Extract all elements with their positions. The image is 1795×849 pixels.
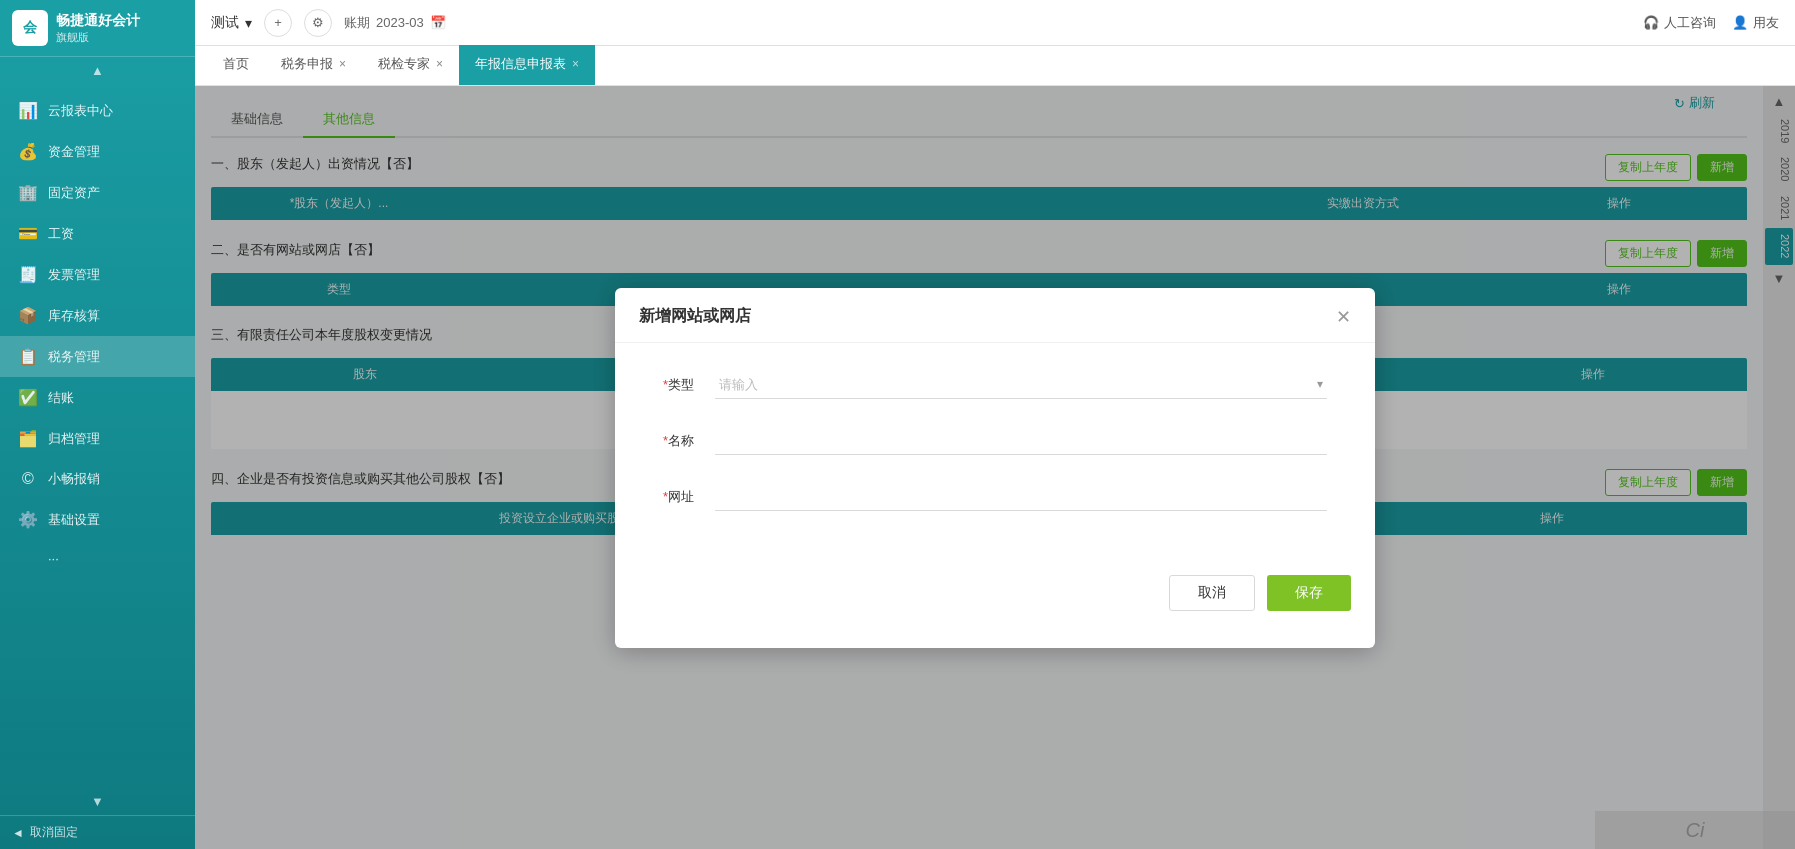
form-row-type: *类型 ▾ bbox=[663, 371, 1327, 399]
sidebar-item-cloud-report[interactable]: 📊云报表中心 bbox=[0, 90, 195, 131]
sidebar-item-basic-settings[interactable]: ⚙️基础设置 bbox=[0, 499, 195, 540]
tax-mgmt-icon: 📋 bbox=[18, 347, 38, 366]
sidebar-scroll-up[interactable]: ▲ bbox=[0, 57, 195, 84]
dialog-header: 新增网站或网店 ✕ bbox=[615, 288, 1375, 343]
sidebar-item-archive[interactable]: 🗂️归档管理 bbox=[0, 418, 195, 459]
name-input[interactable] bbox=[715, 427, 1327, 454]
tab-tax-inspect[interactable]: 税检专家× bbox=[362, 45, 459, 85]
dialog-body: *类型 ▾ *名称 bbox=[615, 343, 1375, 559]
archive-icon: 🗂️ bbox=[18, 429, 38, 448]
dialog-close-button[interactable]: ✕ bbox=[1336, 306, 1351, 328]
tab-tax-declare[interactable]: 税务申报× bbox=[265, 45, 362, 85]
tab-home[interactable]: 首页 bbox=[207, 45, 265, 85]
topbar-right: 🎧 人工咨询 👤 用友 bbox=[1643, 14, 1779, 32]
salary-icon: 💳 bbox=[18, 224, 38, 243]
period-display: 账期 2023-03 📅 bbox=[344, 14, 446, 32]
logo-icon: 会 bbox=[12, 10, 48, 46]
tab-close-tax-inspect[interactable]: × bbox=[436, 57, 443, 71]
dropdown-arrow-icon: ▾ bbox=[1317, 377, 1323, 391]
sidebar-item-accounting[interactable]: ✅结账 bbox=[0, 377, 195, 418]
sidebar-logo[interactable]: 会 畅捷通好会计 旗舰版 bbox=[0, 0, 195, 57]
save-button[interactable]: 保存 bbox=[1267, 575, 1351, 611]
chevron-down-icon: ▾ bbox=[245, 15, 252, 31]
sidebar-scroll-down[interactable]: ▼ bbox=[0, 788, 195, 815]
tab-close-tax-declare[interactable]: × bbox=[339, 57, 346, 71]
sidebar-item-invoice-mgmt[interactable]: 🧾发票管理 bbox=[0, 254, 195, 295]
user-icon: 👤 bbox=[1732, 15, 1748, 30]
calendar-icon[interactable]: 📅 bbox=[430, 15, 446, 30]
url-label: *网址 bbox=[663, 488, 703, 506]
sidebar-item-more[interactable]: ··· bbox=[0, 540, 195, 577]
sidebar-item-inventory[interactable]: 📦库存核算 bbox=[0, 295, 195, 336]
ai-consult-button[interactable]: 🎧 人工咨询 bbox=[1643, 14, 1716, 32]
sidebar-item-fixed-assets[interactable]: 🏢固定资产 bbox=[0, 172, 195, 213]
main-content: 测试 ▾ + ⚙ 账期 2023-03 📅 🎧 人工咨询 👤 用友 首页税务申报… bbox=[195, 0, 1795, 849]
settings-icon[interactable]: ⚙ bbox=[304, 9, 332, 37]
accounting-icon: ✅ bbox=[18, 388, 38, 407]
company-selector[interactable]: 测试 ▾ bbox=[211, 14, 252, 32]
add-button[interactable]: + bbox=[264, 9, 292, 37]
logo-sub: 旗舰版 bbox=[56, 30, 140, 45]
inventory-icon: 📦 bbox=[18, 306, 38, 325]
form-row-url: *网址 bbox=[663, 483, 1327, 511]
basic-settings-icon: ⚙️ bbox=[18, 510, 38, 529]
tab-close-annual-report[interactable]: × bbox=[572, 57, 579, 71]
dialog-title: 新增网站或网店 bbox=[639, 306, 751, 327]
headset-icon: 🎧 bbox=[1643, 15, 1659, 30]
tab-annual-report[interactable]: 年报信息申报表× bbox=[459, 45, 595, 85]
dialog-overlay: 新增网站或网店 ✕ *类型 ▾ bbox=[195, 86, 1795, 849]
sidebar-item-xiaochang[interactable]: ©小畅报销 bbox=[0, 459, 195, 499]
company-name: 测试 bbox=[211, 14, 239, 32]
content-area: 基础信息 其他信息 ↻ 刷新 一、股东（发起人）出资情况【否】 复制上年度 新增 bbox=[195, 86, 1795, 849]
type-input[interactable] bbox=[715, 371, 1327, 398]
logo-text: 畅捷通好会计 bbox=[56, 11, 140, 29]
sidebar-item-tax-mgmt[interactable]: 📋税务管理 bbox=[0, 336, 195, 377]
url-input[interactable] bbox=[715, 483, 1327, 510]
cancel-button[interactable]: 取消 bbox=[1169, 575, 1255, 611]
add-website-dialog: 新增网站或网店 ✕ *类型 ▾ bbox=[615, 288, 1375, 648]
topbar: 测试 ▾ + ⚙ 账期 2023-03 📅 🎧 人工咨询 👤 用友 bbox=[195, 0, 1795, 46]
fund-mgmt-icon: 💰 bbox=[18, 142, 38, 161]
form-row-name: *名称 bbox=[663, 427, 1327, 455]
type-label: *类型 bbox=[663, 376, 703, 394]
name-input-wrap bbox=[715, 427, 1327, 455]
fixed-assets-icon: 🏢 bbox=[18, 183, 38, 202]
sidebar: 会 畅捷通好会计 旗舰版 ▲ 📊云报表中心💰资金管理🏢固定资产💳工资🧾发票管理📦… bbox=[0, 0, 195, 849]
sidebar-item-salary[interactable]: 💳工资 bbox=[0, 213, 195, 254]
user-menu[interactable]: 👤 用友 bbox=[1732, 14, 1779, 32]
sidebar-item-fund-mgmt[interactable]: 💰资金管理 bbox=[0, 131, 195, 172]
url-input-wrap bbox=[715, 483, 1327, 511]
tabs-bar: 首页税务申报×税检专家×年报信息申报表× bbox=[195, 46, 1795, 86]
cancel-fix-button[interactable]: ◄ 取消固定 bbox=[0, 815, 195, 849]
name-label: *名称 bbox=[663, 432, 703, 450]
xiaochang-icon: © bbox=[18, 470, 38, 488]
dialog-footer: 取消 保存 bbox=[615, 559, 1375, 635]
type-input-wrap: ▾ bbox=[715, 371, 1327, 399]
sidebar-nav: 📊云报表中心💰资金管理🏢固定资产💳工资🧾发票管理📦库存核算📋税务管理✅结账🗂️归… bbox=[0, 84, 195, 788]
invoice-mgmt-icon: 🧾 bbox=[18, 265, 38, 284]
cloud-report-icon: 📊 bbox=[18, 101, 38, 120]
